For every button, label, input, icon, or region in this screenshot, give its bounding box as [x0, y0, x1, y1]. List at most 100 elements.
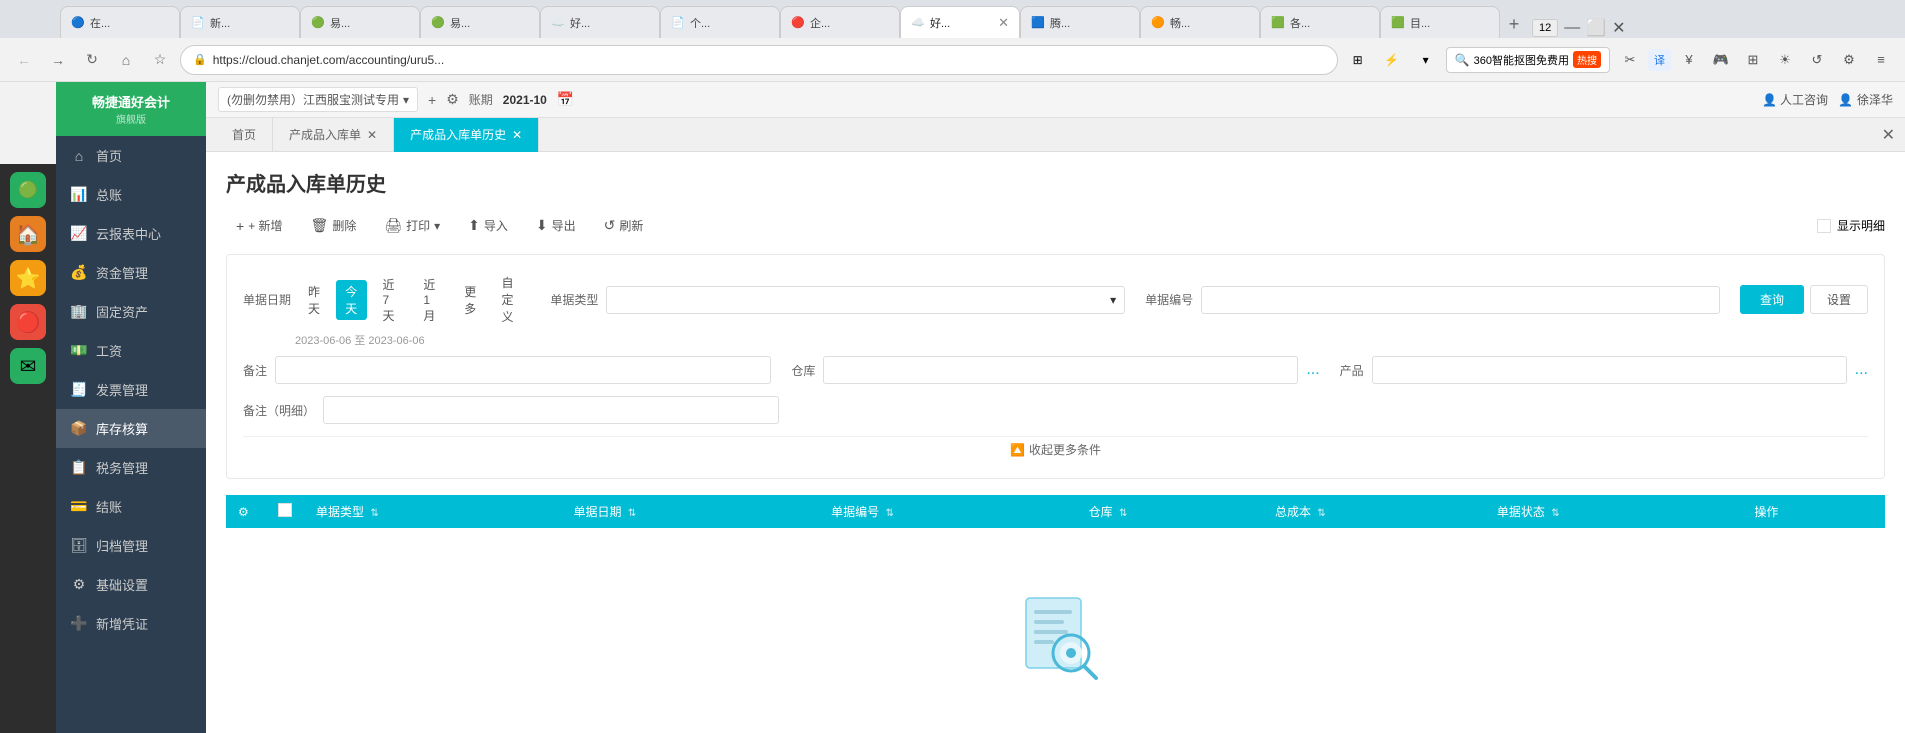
sidebar-item-basic[interactable]: ⚙ 基础设置: [56, 565, 206, 604]
lightning-icon[interactable]: ⚡: [1378, 46, 1406, 74]
browser-tab-t12[interactable]: 🟩 目...: [1380, 6, 1500, 38]
sidebar-item-tax[interactable]: 📋 税务管理: [56, 448, 206, 487]
minimize-button[interactable]: —: [1564, 19, 1580, 37]
select-all-checkbox[interactable]: [278, 503, 292, 517]
product-dots[interactable]: ...: [1855, 361, 1868, 379]
number-input[interactable]: [1201, 286, 1720, 314]
col-check[interactable]: [266, 495, 304, 528]
app-icon-home[interactable]: 🏠: [10, 216, 46, 252]
history-icon[interactable]: ↺: [1803, 46, 1831, 74]
browser-tab-t7[interactable]: 🔴 企...: [780, 6, 900, 38]
browser-tab-t2[interactable]: 📄 新...: [180, 6, 300, 38]
refresh-button[interactable]: ↻: [78, 46, 106, 74]
col-warehouse[interactable]: 仓库 ⇅: [1077, 495, 1263, 528]
browser-tab-t11[interactable]: 🟩 各...: [1260, 6, 1380, 38]
warehouse-input[interactable]: [823, 356, 1298, 384]
tab-history-close[interactable]: ✕: [512, 128, 522, 142]
address-input[interactable]: 🔒 https://cloud.chanjet.com/accounting/u…: [180, 45, 1338, 75]
currency-icon[interactable]: ¥: [1675, 46, 1703, 74]
new-tab-button[interactable]: +: [1500, 10, 1528, 38]
calendar-icon[interactable]: 📅: [557, 91, 574, 108]
tab-list-close[interactable]: ✕: [367, 128, 377, 142]
col-gear[interactable]: ⚙: [226, 495, 266, 528]
sidebar-item-report[interactable]: 📈 云报表中心: [56, 214, 206, 253]
sidebar-item-newvoucher[interactable]: ➕ 新增凭证: [56, 604, 206, 643]
translate-button[interactable]: 译: [1648, 49, 1671, 71]
sidebar-item-checkout[interactable]: 💳 结账: [56, 487, 206, 526]
tab-close-t8[interactable]: ✕: [998, 15, 1009, 31]
note-input[interactable]: [275, 356, 771, 384]
import-button[interactable]: ⬆ 导入: [458, 213, 518, 238]
view-icon[interactable]: ⊞: [1739, 46, 1767, 74]
tab-home[interactable]: 首页: [216, 118, 273, 152]
print-button[interactable]: 🖨 打印 ▾: [374, 213, 450, 238]
date-btn-more[interactable]: 更多: [455, 280, 486, 320]
show-detail-checkbox[interactable]: [1817, 219, 1831, 233]
forward-button[interactable]: →: [44, 46, 72, 74]
query-button[interactable]: 查询: [1740, 285, 1804, 314]
sidebar-item-salary[interactable]: 💵 工资: [56, 331, 206, 370]
home-button[interactable]: ⌂: [112, 46, 140, 74]
col-cost[interactable]: 总成本 ⇅: [1263, 495, 1485, 528]
product-input[interactable]: [1372, 356, 1847, 384]
app-icon-weibo[interactable]: 🔴: [10, 304, 46, 340]
date-btn-7days[interactable]: 近7天: [373, 273, 408, 327]
sidebar-item-inventory[interactable]: 📦 库存核算: [56, 409, 206, 448]
sidebar-item-general[interactable]: 📊 总账: [56, 175, 206, 214]
browser-tab-t3[interactable]: 🟢 易...: [300, 6, 420, 38]
date-btn-custom[interactable]: 自定义: [493, 271, 531, 328]
product-field-label: 产品: [1340, 362, 1364, 379]
add-button[interactable]: + + 新增: [226, 213, 293, 238]
settings-button[interactable]: ⚙: [446, 91, 459, 108]
company-selector[interactable]: (勿删勿禁用）江西服宝测试专用 ▾: [218, 87, 418, 112]
type-select[interactable]: ▾: [606, 286, 1125, 314]
tab-list[interactable]: 产成品入库单 ✕: [273, 118, 394, 152]
date-btn-1month[interactable]: 近1月: [414, 273, 449, 327]
col-type[interactable]: 单据类型 ⇅: [304, 495, 562, 528]
brightness-icon[interactable]: ☀: [1771, 46, 1799, 74]
detail-note-input[interactable]: [323, 396, 779, 424]
sidebar-item-archive[interactable]: 🗄 归档管理: [56, 526, 206, 565]
browser-tab-t10[interactable]: 🟠 畅...: [1140, 6, 1260, 38]
game-icon[interactable]: 🎮: [1707, 46, 1735, 74]
col-number[interactable]: 单据编号 ⇅: [819, 495, 1077, 528]
browser-tab-t9[interactable]: 🟦 腾...: [1020, 6, 1140, 38]
dropdown-icon[interactable]: ▾: [1412, 46, 1440, 74]
settings-icon[interactable]: ⚙: [1835, 46, 1863, 74]
browser-tab-t8[interactable]: ☁️ 好... ✕: [900, 6, 1020, 38]
browser-tab-t1[interactable]: 🔵 在...: [60, 6, 180, 38]
export-button[interactable]: ⬇ 导出: [526, 213, 586, 238]
back-button[interactable]: ←: [10, 46, 38, 74]
scissors-icon[interactable]: ✂: [1616, 46, 1644, 74]
warehouse-dots[interactable]: ...: [1306, 361, 1319, 379]
more-icon[interactable]: ≡: [1867, 46, 1895, 74]
user-profile[interactable]: 👤 徐泽华: [1838, 91, 1893, 108]
sidebar-item-fund[interactable]: 💰 资金管理: [56, 253, 206, 292]
date-btn-yesterday[interactable]: 昨天: [299, 280, 330, 320]
refresh-button[interactable]: ↺ 刷新: [594, 213, 654, 238]
add-company-button[interactable]: +: [428, 92, 436, 108]
maximize-button[interactable]: ⬜: [1586, 18, 1606, 38]
bookmark-button[interactable]: ☆: [146, 46, 174, 74]
panel-close-x[interactable]: ✕: [1882, 125, 1895, 145]
col-status[interactable]: 单据状态 ⇅: [1485, 495, 1743, 528]
app-icon-changjie[interactable]: 🟢: [10, 172, 46, 208]
sidebar-item-home[interactable]: ⌂ 首页: [56, 136, 206, 175]
delete-button[interactable]: 🗑 删除: [301, 213, 367, 238]
app-icon-email[interactable]: ✉: [10, 348, 46, 384]
sidebar-item-invoice[interactable]: 🧾 发票管理: [56, 370, 206, 409]
app-icon-star[interactable]: ⭐: [10, 260, 46, 296]
browser-tab-t5[interactable]: ☁️ 好...: [540, 6, 660, 38]
browser-tab-t6[interactable]: 📄 个...: [660, 6, 780, 38]
col-date[interactable]: 单据日期 ⇅: [562, 495, 820, 528]
collapse-row[interactable]: 🔼 收起更多条件: [243, 436, 1868, 462]
search-bar[interactable]: 🔍 360智能抠图免费用 热搜: [1446, 47, 1610, 73]
grid-icon[interactable]: ⊞: [1344, 46, 1372, 74]
close-button[interactable]: ✕: [1612, 18, 1625, 38]
date-btn-today[interactable]: 今天: [336, 280, 367, 320]
tab-history[interactable]: 产成品入库单历史 ✕: [394, 118, 539, 152]
setting-button[interactable]: 设置: [1810, 285, 1868, 314]
ai-service-button[interactable]: 👤 人工咨询: [1762, 91, 1828, 108]
sidebar-item-asset[interactable]: 🏢 固定资产: [56, 292, 206, 331]
browser-tab-t4[interactable]: 🟢 易...: [420, 6, 540, 38]
